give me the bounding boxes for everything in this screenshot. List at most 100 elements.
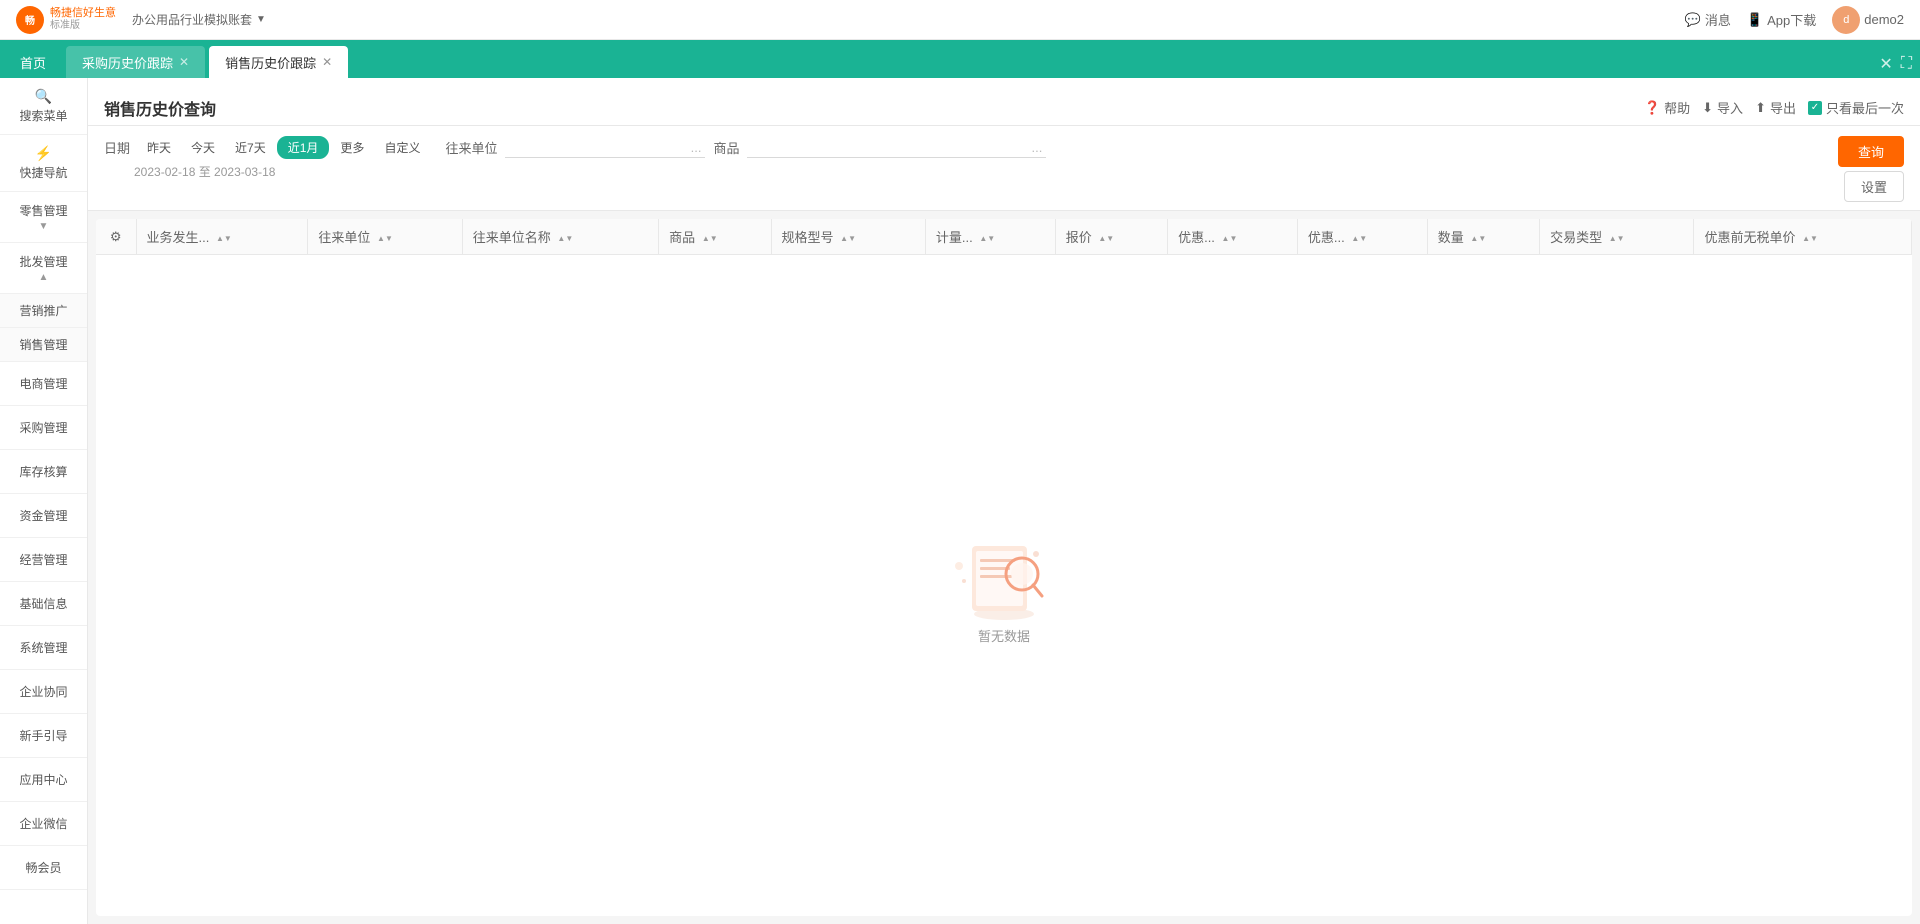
column-counterpart-name[interactable]: 往来单位名称 ▲▼ bbox=[462, 219, 658, 255]
tab-close-sales[interactable]: ✕ bbox=[322, 55, 332, 69]
date-options: 昨天 今天 近7天 近1月 更多 自定义 bbox=[138, 136, 429, 159]
tab-purchase-history[interactable]: 采购历史价跟踪 ✕ bbox=[66, 46, 205, 78]
date-btn-more[interactable]: 更多 bbox=[331, 136, 373, 159]
sidebar-item-operation[interactable]: 经营管理 bbox=[0, 538, 87, 582]
help-btn[interactable]: ❓ 帮助 bbox=[1644, 98, 1690, 117]
chevron-down-icon: ▼ bbox=[256, 14, 266, 25]
workspace-selector[interactable]: 办公用品行业模拟账套 ▼ bbox=[124, 7, 274, 32]
date-btn-today[interactable]: 今天 bbox=[182, 136, 224, 159]
sidebar-item-base-info[interactable]: 基础信息 bbox=[0, 582, 87, 626]
tab-bar-actions: ✕ ⛶ bbox=[1879, 54, 1920, 78]
column-counterpart-code[interactable]: 往来单位 ▲▼ bbox=[308, 219, 462, 255]
column-trade-type[interactable]: 交易类型 ▲▼ bbox=[1540, 219, 1694, 255]
tab-bar: 首页 采购历史价跟踪 ✕ 销售历史价跟踪 ✕ ✕ ⛶ bbox=[0, 40, 1920, 78]
column-quote-price[interactable]: 报价 ▲▼ bbox=[1055, 219, 1167, 255]
empty-state: 暂无数据 bbox=[96, 255, 1912, 916]
column-unit[interactable]: 计量... ▲▼ bbox=[925, 219, 1055, 255]
import-icon: ⬇ bbox=[1702, 100, 1713, 116]
chevron-down-icon-retail: ▼ bbox=[39, 221, 49, 232]
table-header-row: ⚙ 业务发生... ▲▼ 往来单位 ▲▼ 往来单位名称 ▲▼ bbox=[96, 219, 1912, 255]
export-icon: ⬆ bbox=[1755, 100, 1766, 116]
column-spec[interactable]: 规格型号 ▲▼ bbox=[771, 219, 925, 255]
sidebar-item-finance[interactable]: 资金管理 bbox=[0, 494, 87, 538]
only-last-checkbox-label[interactable]: ✓ 只看最后一次 bbox=[1808, 98, 1904, 117]
date-btn-yesterday[interactable]: 昨天 bbox=[138, 136, 180, 159]
logo-text: 畅捷信好生意 标准版 bbox=[50, 7, 116, 32]
sidebar-item-marketing[interactable]: 营销推广 bbox=[0, 294, 87, 328]
sidebar-item-sales-mgmt[interactable]: 销售管理 bbox=[0, 328, 87, 362]
column-discount1[interactable]: 优惠... ▲▼ bbox=[1168, 219, 1298, 255]
filter-area: 日期 昨天 今天 近7天 近1月 更多 自定义 往来单位 bbox=[88, 126, 1920, 211]
sidebar-item-search[interactable]: 🔍 搜索菜单 bbox=[0, 78, 87, 135]
sidebar-item-inventory[interactable]: 库存核算 bbox=[0, 450, 87, 494]
counterpart-input[interactable]: ... bbox=[505, 138, 705, 158]
sidebar: 🔍 搜索菜单 ⚡ 快捷导航 零售管理 ▼ 批发管理 ▲ 营销推广 销售管理 电商… bbox=[0, 78, 88, 924]
only-last-checkbox[interactable]: ✓ bbox=[1808, 101, 1822, 115]
sidebar-item-ecommerce[interactable]: 电商管理 bbox=[0, 362, 87, 406]
sidebar-item-system[interactable]: 系统管理 bbox=[0, 626, 87, 670]
column-quantity[interactable]: 数量 ▲▼ bbox=[1427, 219, 1539, 255]
counterpart-label: 往来单位 bbox=[445, 138, 497, 157]
message-btn[interactable]: 💬 消息 bbox=[1685, 10, 1731, 29]
column-discount2[interactable]: 优惠... ▲▼ bbox=[1297, 219, 1427, 255]
query-button[interactable]: 查询 bbox=[1838, 136, 1904, 167]
tab-close-purchase[interactable]: ✕ bbox=[179, 55, 189, 69]
date-btn-1month[interactable]: 近1月 bbox=[277, 136, 330, 159]
user-menu[interactable]: d demo2 bbox=[1832, 6, 1904, 34]
gear-icon: ⚙ bbox=[110, 229, 122, 244]
sort-arrows-counterpart-name: ▲▼ bbox=[557, 234, 573, 243]
sort-arrows-biz-date: ▲▼ bbox=[216, 234, 232, 243]
logo-icon: 畅 bbox=[16, 6, 44, 34]
sort-arrows-trade-type: ▲▼ bbox=[1609, 234, 1625, 243]
content-area: 销售历史价查询 ❓ 帮助 ⬇ 导入 ⬆ 导出 ✓ 只看最后一次 bbox=[88, 78, 1920, 924]
date-btn-custom[interactable]: 自定义 bbox=[375, 136, 429, 159]
close-tab-btn[interactable]: ✕ bbox=[1879, 54, 1892, 74]
sidebar-item-wholesale[interactable]: 批发管理 ▲ bbox=[0, 243, 87, 294]
main-layout: 🔍 搜索菜单 ⚡ 快捷导航 零售管理 ▼ 批发管理 ▲ 营销推广 销售管理 电商… bbox=[0, 78, 1920, 924]
sidebar-item-shortcut[interactable]: ⚡ 快捷导航 bbox=[0, 135, 87, 192]
goods-dots: ... bbox=[1031, 140, 1042, 155]
sidebar-item-purchase[interactable]: 采购管理 bbox=[0, 406, 87, 450]
export-btn[interactable]: ⬆ 导出 bbox=[1755, 98, 1796, 117]
sort-arrows-goods: ▲▼ bbox=[702, 234, 718, 243]
sort-arrows-counterpart-code: ▲▼ bbox=[377, 234, 393, 243]
page-actions: ❓ 帮助 ⬇ 导入 ⬆ 导出 ✓ 只看最后一次 bbox=[1644, 98, 1904, 117]
app-download-btn[interactable]: 📱 App下载 bbox=[1747, 10, 1816, 29]
date-filter-label: 日期 bbox=[104, 138, 130, 157]
logo-area: 畅 畅捷信好生意 标准版 bbox=[16, 6, 116, 34]
table-area: ⚙ 业务发生... ▲▼ 往来单位 ▲▼ 往来单位名称 ▲▼ bbox=[96, 219, 1912, 916]
column-goods[interactable]: 商品 ▲▼ bbox=[659, 219, 771, 255]
top-bar: 畅 畅捷信好生意 标准版 办公用品行业模拟账套 ▼ 💬 消息 📱 App下载 d… bbox=[0, 0, 1920, 40]
maximize-btn[interactable]: ⛶ bbox=[1901, 55, 1912, 73]
top-bar-left: 畅 畅捷信好生意 标准版 办公用品行业模拟账套 ▼ bbox=[16, 6, 274, 34]
import-btn[interactable]: ⬇ 导入 bbox=[1702, 98, 1743, 117]
sidebar-item-wechat[interactable]: 企业微信 bbox=[0, 802, 87, 846]
chevron-up-icon-wholesale: ▲ bbox=[39, 272, 49, 283]
sort-arrows-unit: ▲▼ bbox=[979, 234, 995, 243]
sidebar-item-enterprise[interactable]: 企业协同 bbox=[0, 670, 87, 714]
sidebar-item-retail[interactable]: 零售管理 ▼ bbox=[0, 192, 87, 243]
counterpart-dots: ... bbox=[691, 140, 702, 155]
column-pretax-price[interactable]: 优惠前无税单价 ▲▼ bbox=[1694, 219, 1912, 255]
page-header: 销售历史价查询 ❓ 帮助 ⬇ 导入 ⬆ 导出 ✓ 只看最后一次 bbox=[88, 78, 1920, 126]
sidebar-item-member[interactable]: 畅会员 bbox=[0, 846, 87, 890]
column-settings[interactable]: ⚙ bbox=[96, 219, 136, 255]
date-btn-7days[interactable]: 近7天 bbox=[226, 136, 275, 159]
sort-arrows-discount2: ▲▼ bbox=[1351, 234, 1367, 243]
goods-label: 商品 bbox=[713, 138, 739, 157]
sort-arrows-quantity: ▲▼ bbox=[1470, 234, 1486, 243]
avatar: d bbox=[1832, 6, 1860, 34]
sidebar-item-guide[interactable]: 新手引导 bbox=[0, 714, 87, 758]
empty-illustration bbox=[944, 526, 1064, 626]
sidebar-item-app-center[interactable]: 应用中心 bbox=[0, 758, 87, 802]
search-icon: 🔍 bbox=[35, 88, 52, 105]
goods-input[interactable]: ... bbox=[747, 138, 1046, 158]
setting-button[interactable]: 设置 bbox=[1844, 171, 1904, 202]
top-bar-right: 💬 消息 📱 App下载 d demo2 bbox=[1685, 6, 1904, 34]
column-biz-date[interactable]: 业务发生... ▲▼ bbox=[136, 219, 308, 255]
tab-sales-history[interactable]: 销售历史价跟踪 ✕ bbox=[209, 46, 348, 78]
tab-home[interactable]: 首页 bbox=[4, 46, 62, 78]
page-title: 销售历史价查询 bbox=[104, 96, 216, 120]
sort-arrows-pretax-price: ▲▼ bbox=[1802, 234, 1818, 243]
sort-arrows-spec: ▲▼ bbox=[840, 234, 856, 243]
